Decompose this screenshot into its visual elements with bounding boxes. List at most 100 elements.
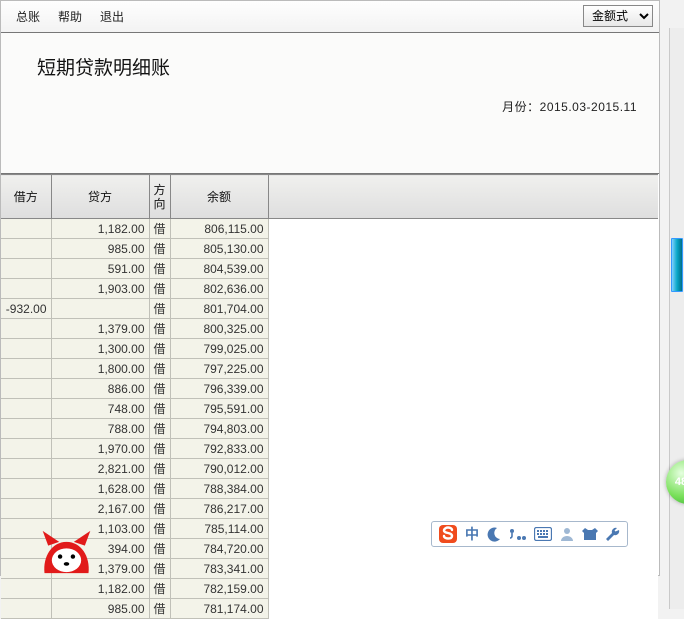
page-title: 短期贷款明细账 [1, 33, 659, 84]
table-row[interactable]: 748.00借795,591.00 [1, 399, 658, 419]
cell-filler [268, 459, 658, 479]
cell-credit: 788.00 [51, 419, 149, 439]
cell-balance: 805,130.00 [170, 239, 268, 259]
menu-bar: 总账 帮助 退出 金额式 [1, 1, 659, 33]
cell-debit [1, 259, 51, 279]
keyboard-icon[interactable] [534, 527, 552, 541]
cell-debit [1, 379, 51, 399]
col-credit: 贷方 [51, 175, 149, 219]
cell-filler [268, 239, 658, 259]
vertical-scrollbar[interactable] [669, 28, 684, 609]
cell-direction: 借 [149, 319, 170, 339]
cell-credit: 394.00 [51, 539, 149, 559]
header-row: 借方 贷方 方向 余额 [1, 175, 658, 219]
cell-direction: 借 [149, 539, 170, 559]
cell-direction: 借 [149, 219, 170, 239]
table-row[interactable]: 591.00借804,539.00 [1, 259, 658, 279]
table-row[interactable]: 1,903.00借802,636.00 [1, 279, 658, 299]
cell-direction: 借 [149, 559, 170, 579]
cell-balance: 784,720.00 [170, 539, 268, 559]
cell-balance: 799,025.00 [170, 339, 268, 359]
cell-credit: 2,821.00 [51, 459, 149, 479]
cell-debit [1, 559, 51, 579]
table-row[interactable]: 1,379.00借783,341.00 [1, 559, 658, 579]
table-row[interactable]: 1,628.00借788,384.00 [1, 479, 658, 499]
cell-debit [1, 439, 51, 459]
menu-general-ledger[interactable]: 总账 [7, 4, 49, 29]
ledger-table-wrap: 借方 贷方 方向 余额 1,182.00借806,115.00985.00借80… [1, 173, 659, 575]
table-row[interactable]: 1,182.00借806,115.00 [1, 219, 658, 239]
cell-balance: 785,114.00 [170, 519, 268, 539]
col-filler [268, 175, 658, 219]
table-row[interactable]: 788.00借794,803.00 [1, 419, 658, 439]
cell-direction: 借 [149, 599, 170, 619]
cell-filler [268, 279, 658, 299]
ime-toolbar[interactable]: 中 [431, 521, 628, 547]
month-prefix: 月份： [502, 100, 540, 114]
cell-credit: 1,103.00 [51, 519, 149, 539]
cell-direction: 借 [149, 359, 170, 379]
cell-credit: 1,182.00 [51, 579, 149, 599]
cell-balance: 783,341.00 [170, 559, 268, 579]
cell-debit [1, 539, 51, 559]
cell-credit: 1,970.00 [51, 439, 149, 459]
table-row[interactable]: 985.00借781,174.00 [1, 599, 658, 619]
vertical-scrollbar-thumb[interactable] [671, 238, 683, 292]
cell-balance: 792,833.00 [170, 439, 268, 459]
ime-lang-icon[interactable]: 中 [465, 524, 479, 544]
skin-icon[interactable] [582, 526, 598, 542]
cell-debit [1, 599, 51, 619]
cell-debit [1, 219, 51, 239]
cell-balance: 794,803.00 [170, 419, 268, 439]
cell-filler [268, 259, 658, 279]
format-select[interactable]: 金额式 [583, 5, 653, 27]
assistant-badge-text: 48 [675, 476, 684, 488]
table-row[interactable]: 2,821.00借790,012.00 [1, 459, 658, 479]
cell-filler [268, 319, 658, 339]
cell-balance: 797,225.00 [170, 359, 268, 379]
app-window: 总账 帮助 退出 金额式 短期贷款明细账 月份：2015.03-2015.11 … [0, 0, 660, 576]
cell-direction: 借 [149, 519, 170, 539]
cell-direction: 借 [149, 339, 170, 359]
cell-credit: 1,800.00 [51, 359, 149, 379]
table-row[interactable]: 1,970.00借792,833.00 [1, 439, 658, 459]
table-row[interactable]: 1,379.00借800,325.00 [1, 319, 658, 339]
cell-credit: 1,300.00 [51, 339, 149, 359]
cell-credit [51, 299, 149, 319]
cell-credit: 1,182.00 [51, 219, 149, 239]
table-row[interactable]: -932.00借801,704.00 [1, 299, 658, 319]
cell-credit: 1,379.00 [51, 319, 149, 339]
user-icon[interactable] [559, 526, 575, 542]
cell-filler [268, 339, 658, 359]
cell-direction: 借 [149, 279, 170, 299]
cell-credit: 886.00 [51, 379, 149, 399]
menu-exit[interactable]: 退出 [91, 4, 133, 29]
moon-icon[interactable] [486, 526, 502, 542]
cell-direction: 借 [149, 439, 170, 459]
table-row[interactable]: 985.00借805,130.00 [1, 239, 658, 259]
cell-balance: 801,704.00 [170, 299, 268, 319]
cell-debit [1, 459, 51, 479]
cell-filler [268, 439, 658, 459]
table-row[interactable]: 1,800.00借797,225.00 [1, 359, 658, 379]
cell-balance: 800,325.00 [170, 319, 268, 339]
cell-credit: 1,903.00 [51, 279, 149, 299]
table-row[interactable]: 1,182.00借782,159.00 [1, 579, 658, 599]
menu-help[interactable]: 帮助 [49, 4, 91, 29]
table-row[interactable]: 1,300.00借799,025.00 [1, 339, 658, 359]
cell-filler [268, 579, 658, 599]
wrench-icon[interactable] [605, 526, 621, 542]
table-row[interactable]: 886.00借796,339.00 [1, 379, 658, 399]
cell-filler [268, 219, 658, 239]
cell-debit: -932.00 [1, 299, 51, 319]
punctuation-icon[interactable] [509, 527, 527, 541]
sogou-logo-icon[interactable] [438, 524, 458, 544]
cell-filler [268, 599, 658, 619]
cell-debit [1, 499, 51, 519]
col-direction: 方向 [149, 175, 170, 219]
cell-balance: 806,115.00 [170, 219, 268, 239]
table-row[interactable]: 2,167.00借786,217.00 [1, 499, 658, 519]
cell-credit: 985.00 [51, 599, 149, 619]
cell-balance: 782,159.00 [170, 579, 268, 599]
cell-debit [1, 339, 51, 359]
